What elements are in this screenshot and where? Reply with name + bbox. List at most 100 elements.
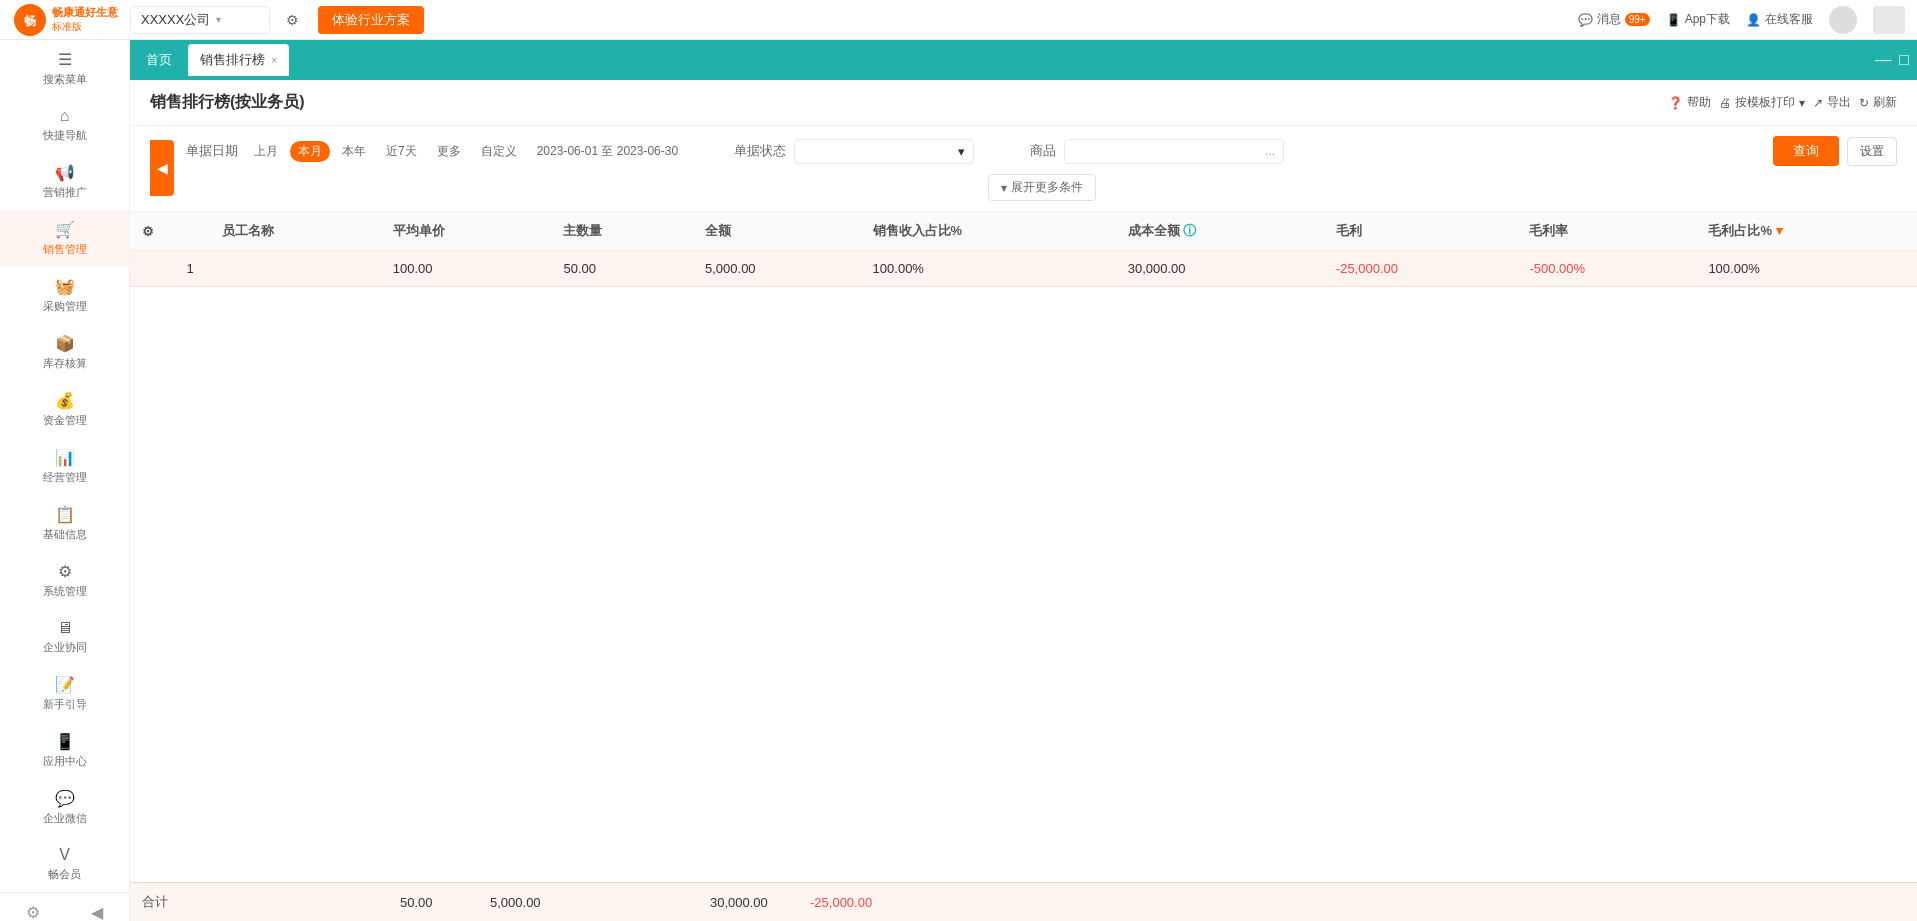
sidebar-item-7[interactable]: 📊经营管理 — [0, 438, 129, 495]
sidebar-item-10[interactable]: 🖥企业协同 — [0, 609, 129, 665]
print-chevron-icon: ▾ — [1799, 96, 1805, 110]
th-rank — [170, 212, 210, 251]
cost-info-icon: ⓘ — [1183, 223, 1196, 238]
online-service-label: 在线客服 — [1765, 11, 1813, 28]
sidebar-item-8[interactable]: 📋基础信息 — [0, 495, 129, 552]
goods-search-field[interactable] — [1073, 144, 1265, 159]
sidebar-item-2[interactable]: 📢营销推广 — [0, 153, 129, 210]
footer-gross: -25,000.00 — [798, 895, 898, 910]
settings-icon[interactable]: ⚙ — [278, 6, 306, 34]
top-bar: 畅 畅康通好生意 标准版 XXXXX公司 ▾ ⚙ 体验行业方案 💬 消息 99+… — [0, 0, 1917, 40]
sidebar-icon-0: ☰ — [58, 50, 72, 69]
expand-more-label: 展开更多条件 — [1011, 179, 1083, 196]
tab-home[interactable]: 首页 — [130, 40, 188, 80]
content-area: 首页 销售排行榜 × — □ 销售排行榜(按业务员) — [130, 40, 1917, 921]
sidebar-item-5[interactable]: 📦库存核算 — [0, 324, 129, 381]
footer-cost-amount: 30,000.00 — [698, 895, 798, 910]
sidebar-item-12[interactable]: 📱应用中心 — [0, 722, 129, 779]
page-header-row: 销售排行榜(按业务员) ❓ 帮助 🖨 按模板打印 ▾ — [150, 92, 1897, 113]
tab-maximize-icon[interactable]: □ — [1899, 51, 1909, 69]
goods-more-icon[interactable]: ... — [1265, 144, 1275, 158]
row-gross-rate: -500.00% — [1517, 251, 1696, 287]
date-option-更多[interactable]: 更多 — [429, 141, 469, 162]
sidebar-item-6[interactable]: 💰资金管理 — [0, 381, 129, 438]
online-service-button[interactable]: 👤 在线客服 — [1746, 11, 1813, 28]
date-option-本年[interactable]: 本年 — [334, 141, 374, 162]
help-button[interactable]: ❓ 帮助 — [1668, 94, 1711, 111]
sidebar-icon-13: 💬 — [55, 789, 75, 808]
svg-text:畅: 畅 — [24, 14, 36, 28]
sidebar-item-1[interactable]: ⌂快捷导航 — [0, 97, 129, 153]
row-sales-ratio: 100.00% — [861, 251, 1116, 287]
row-gross: -25,000.00 — [1324, 251, 1518, 287]
th-gross-rate: 毛利率 — [1517, 212, 1696, 251]
sidebar-item-11[interactable]: 📝 新手引导 — [0, 665, 129, 722]
tab-sales-ranking[interactable]: 销售排行榜 × — [188, 44, 289, 76]
refresh-button[interactable]: ↻ 刷新 — [1859, 94, 1897, 111]
row-avg-price: 100.00 — [381, 251, 552, 287]
chevron-down-icon: ▾ — [216, 14, 221, 25]
status-filter-label: 单据状态 — [734, 142, 786, 160]
sidebar-item-0[interactable]: ☰搜索菜单 — [0, 40, 129, 97]
company-name: XXXXX公司 — [141, 11, 210, 29]
th-gross-ratio: 毛利占比% ▾ — [1696, 212, 1917, 251]
sidebar-icon-3: 🛒 — [55, 220, 75, 239]
footer-amount: 5,000.00 — [478, 895, 578, 910]
export-button[interactable]: ↗ 导出 — [1813, 94, 1851, 111]
message-button[interactable]: 💬 消息 99+ — [1578, 11, 1650, 28]
date-option-本月[interactable]: 本月 — [290, 141, 330, 162]
th-settings[interactable]: ⚙ — [130, 212, 170, 251]
date-option-近7天[interactable]: 近7天 — [378, 141, 425, 162]
th-sales-ratio: 销售收入占比% — [861, 212, 1116, 251]
help-label: 帮助 — [1687, 94, 1711, 111]
th-main-qty: 主数量 — [551, 212, 693, 251]
company-selector[interactable]: XXXXX公司 ▾ — [130, 6, 270, 34]
sidebar-label-11: 新手引导 — [43, 697, 87, 712]
date-option-上月[interactable]: 上月 — [246, 141, 286, 162]
sidebar-label-9: 系统管理 — [43, 584, 87, 599]
app-download-button[interactable]: 📱 App下载 — [1666, 11, 1730, 28]
status-filter: 单据状态 ▾ — [734, 139, 974, 164]
sidebar-label-8: 基础信息 — [43, 527, 87, 542]
th-employee: 员工名称 — [210, 212, 381, 251]
message-icon: 💬 — [1578, 13, 1593, 27]
sidebar-item-14[interactable]: V畅会员 — [0, 836, 129, 892]
goods-input[interactable]: ... — [1064, 139, 1284, 164]
sidebar-item-3[interactable]: 🛒销售管理 — [0, 210, 129, 267]
sidebar-item-13[interactable]: 💬企业微信 — [0, 779, 129, 836]
sidebar-label-10: 企业协同 — [43, 640, 87, 655]
page-toolbar: ❓ 帮助 🖨 按模板打印 ▾ ↗ 导出 — [1668, 94, 1897, 111]
sidebar-icon-9: ⚙ — [58, 562, 72, 581]
settings-button[interactable]: 设置 — [1847, 137, 1897, 166]
sidebar-item-9[interactable]: ⚙ 系统管理 — [0, 552, 129, 609]
app-container: 畅 畅康通好生意 标准版 XXXXX公司 ▾ ⚙ 体验行业方案 💬 消息 99+… — [0, 0, 1917, 921]
tab-minimize-icon[interactable]: — — [1875, 51, 1891, 69]
status-select[interactable]: ▾ — [794, 139, 974, 164]
expand-more-button[interactable]: ▾ 展开更多条件 — [988, 174, 1096, 201]
top-bar-right: 💬 消息 99+ 📱 App下载 👤 在线客服 — [1578, 6, 1905, 34]
trial-button[interactable]: 体验行业方案 — [318, 6, 424, 34]
export-label: 导出 — [1827, 94, 1851, 111]
sidebar-label-4: 采购管理 — [43, 299, 87, 314]
logo-area: 畅 畅康通好生意 标准版 — [12, 2, 118, 38]
footer-main-qty: 50.00 — [388, 895, 478, 910]
avatar[interactable] — [1829, 6, 1857, 34]
sidebar-icon-11: 📝 — [55, 675, 75, 694]
date-option-自定义[interactable]: 自定义 — [473, 141, 525, 162]
print-button[interactable]: 🖨 按模板打印 ▾ — [1719, 94, 1805, 111]
sidebar-item-4[interactable]: 🧺采购管理 — [0, 267, 129, 324]
sidebar-collapse-icon[interactable]: ◀ — [91, 903, 103, 921]
query-button[interactable]: 查询 — [1773, 136, 1839, 166]
gross-ratio-sort-icon: ▾ — [1776, 223, 1783, 238]
tab-close-icon[interactable]: × — [271, 54, 277, 66]
app-download-label: App下载 — [1685, 11, 1730, 28]
message-badge: 99+ — [1625, 13, 1650, 26]
th-gross: 毛利 — [1324, 212, 1518, 251]
help-icon: ❓ — [1668, 96, 1683, 110]
app-download-icon: 📱 — [1666, 13, 1681, 27]
row-main-qty: 50.00 — [551, 251, 693, 287]
sidebar-label-14: 畅会员 — [48, 867, 81, 882]
message-label: 消息 — [1597, 11, 1621, 28]
sidebar-settings-icon[interactable]: ⚙ — [26, 903, 40, 921]
filter-toggle-arrow[interactable]: ◀ — [150, 140, 174, 196]
